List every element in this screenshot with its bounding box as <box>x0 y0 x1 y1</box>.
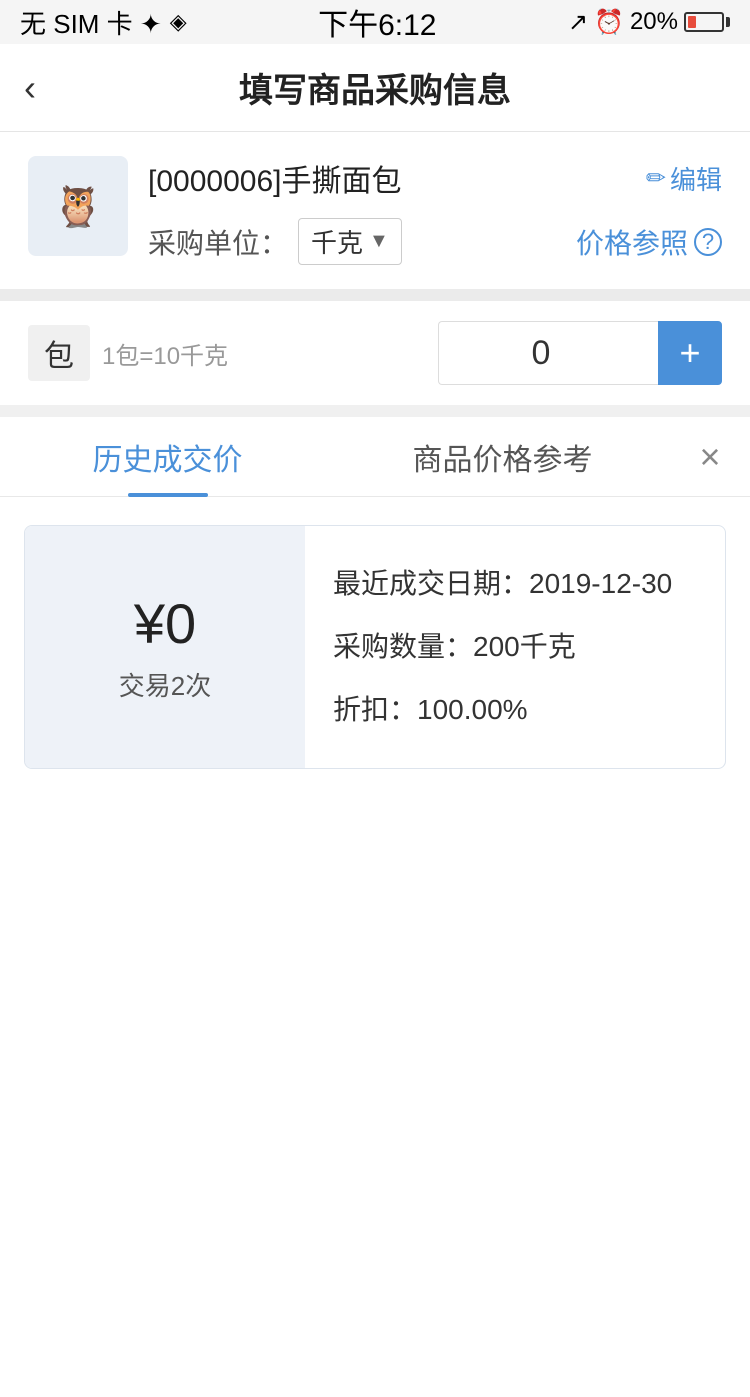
unit-value: 千克 <box>311 223 363 260</box>
product-id: [0000006] <box>148 165 281 198</box>
quantity-conversion-note: 1包=10千克 <box>102 336 228 371</box>
tab-bar: 历史成交价 商品价格参考 × <box>0 417 750 497</box>
unit-select-dropdown[interactable]: 千克 ▼ <box>298 218 402 265</box>
tab-active-indicator <box>128 493 208 497</box>
card-content: ¥0 交易2次 最近成交日期：2019-12-30 采购数量：200千克 折扣：… <box>0 497 750 797</box>
price-amount: ¥0 <box>134 591 196 656</box>
battery-percent: 20% <box>630 8 678 36</box>
product-unit-row: 采购单位： 千克 ▼ 价格参照 ? <box>148 218 722 265</box>
edit-icon: ✏ <box>646 164 666 193</box>
unit-label: 采购单位： <box>148 222 288 262</box>
page-rest <box>0 797 750 1397</box>
purchase-qty-value: 200千克 <box>473 631 576 662</box>
help-icon[interactable]: ? <box>694 228 722 256</box>
quantity-input[interactable] <box>438 321 658 385</box>
page-title: 填写商品采购信息 <box>239 63 511 112</box>
alarm-icon: ⏰ <box>594 8 624 37</box>
purchase-qty-label: 采购数量： <box>333 631 473 662</box>
price-card-left: ¥0 交易2次 <box>25 526 305 768</box>
quantity-label: 包 1包=10千克 <box>28 325 228 381</box>
price-card: ¥0 交易2次 最近成交日期：2019-12-30 采购数量：200千克 折扣：… <box>24 525 726 769</box>
purchase-qty-row: 采购数量：200千克 <box>333 625 697 670</box>
quantity-section: 包 1包=10千克 + <box>0 301 750 405</box>
currency-symbol: ¥ <box>134 592 165 655</box>
price-value: 0 <box>165 592 196 655</box>
tab-section: 历史成交价 商品价格参考 × ¥0 交易2次 最近成交日期：2019-12-30… <box>0 417 750 797</box>
recent-date-label: 最近成交日期： <box>333 568 529 599</box>
battery-icon <box>684 12 730 32</box>
price-card-right: 最近成交日期：2019-12-30 采购数量：200千克 折扣：100.00% <box>305 526 725 768</box>
product-image-icon: 🦉 <box>53 183 103 230</box>
tab-history-price-label: 历史成交价 <box>93 435 243 479</box>
help-text: ? <box>702 229 714 255</box>
status-bar: 无 SIM 卡 ✦ ◈ 下午6:12 ↗ ⏰ 20% <box>0 0 750 44</box>
status-right: ↗ ⏰ 20% <box>568 8 730 37</box>
tab-history-price[interactable]: 历史成交价 <box>0 417 335 497</box>
edit-button[interactable]: ✏ 编辑 <box>646 160 722 197</box>
discount-label: 折扣： <box>333 694 417 725</box>
tab-product-price-ref[interactable]: 商品价格参考 <box>335 417 670 497</box>
recent-date-value: 2019-12-30 <box>529 568 672 599</box>
product-section: 🦉 [0000006]手撕面包 ✏ 编辑 采购单位： 千克 ▼ <box>0 132 750 289</box>
sim-status: 无 SIM 卡 ✦ <box>20 4 162 41</box>
edit-label: 编辑 <box>670 160 722 197</box>
transaction-count: 交易2次 <box>119 666 211 703</box>
status-time: 下午6:12 <box>318 0 436 44</box>
price-reference-button[interactable]: 价格参照 ? <box>576 222 722 262</box>
discount-row: 折扣：100.00% <box>333 688 697 733</box>
recent-date-row: 最近成交日期：2019-12-30 <box>333 562 697 607</box>
status-left: 无 SIM 卡 ✦ ◈ <box>20 4 187 41</box>
product-name-row: [0000006]手撕面包 ✏ 编辑 <box>148 156 722 200</box>
product-name: [0000006]手撕面包 <box>148 156 401 200</box>
price-ref-label: 价格参照 <box>576 222 688 262</box>
product-info: [0000006]手撕面包 ✏ 编辑 采购单位： 千克 ▼ 价格参照 <box>148 156 722 265</box>
quantity-plus-button[interactable]: + <box>658 321 722 385</box>
back-button[interactable]: ‹ <box>24 67 36 109</box>
product-row: 🦉 [0000006]手撕面包 ✏ 编辑 采购单位： 千克 ▼ <box>28 156 722 265</box>
section-divider <box>0 289 750 301</box>
location-icon: ↗ <box>568 8 588 37</box>
product-thumbnail: 🦉 <box>28 156 128 256</box>
tab-close-button[interactable]: × <box>670 417 750 497</box>
quantity-unit-badge: 包 <box>28 325 90 381</box>
nav-bar: ‹ 填写商品采购信息 <box>0 44 750 132</box>
product-title: 手撕面包 <box>281 165 401 198</box>
unit-left: 采购单位： 千克 ▼ <box>148 218 402 265</box>
wifi-icon: ◈ <box>170 9 187 35</box>
tab-product-price-ref-label: 商品价格参考 <box>413 435 593 479</box>
discount-value: 100.00% <box>417 694 528 725</box>
dropdown-arrow-icon: ▼ <box>369 230 389 253</box>
quantity-input-group: + <box>438 321 722 385</box>
